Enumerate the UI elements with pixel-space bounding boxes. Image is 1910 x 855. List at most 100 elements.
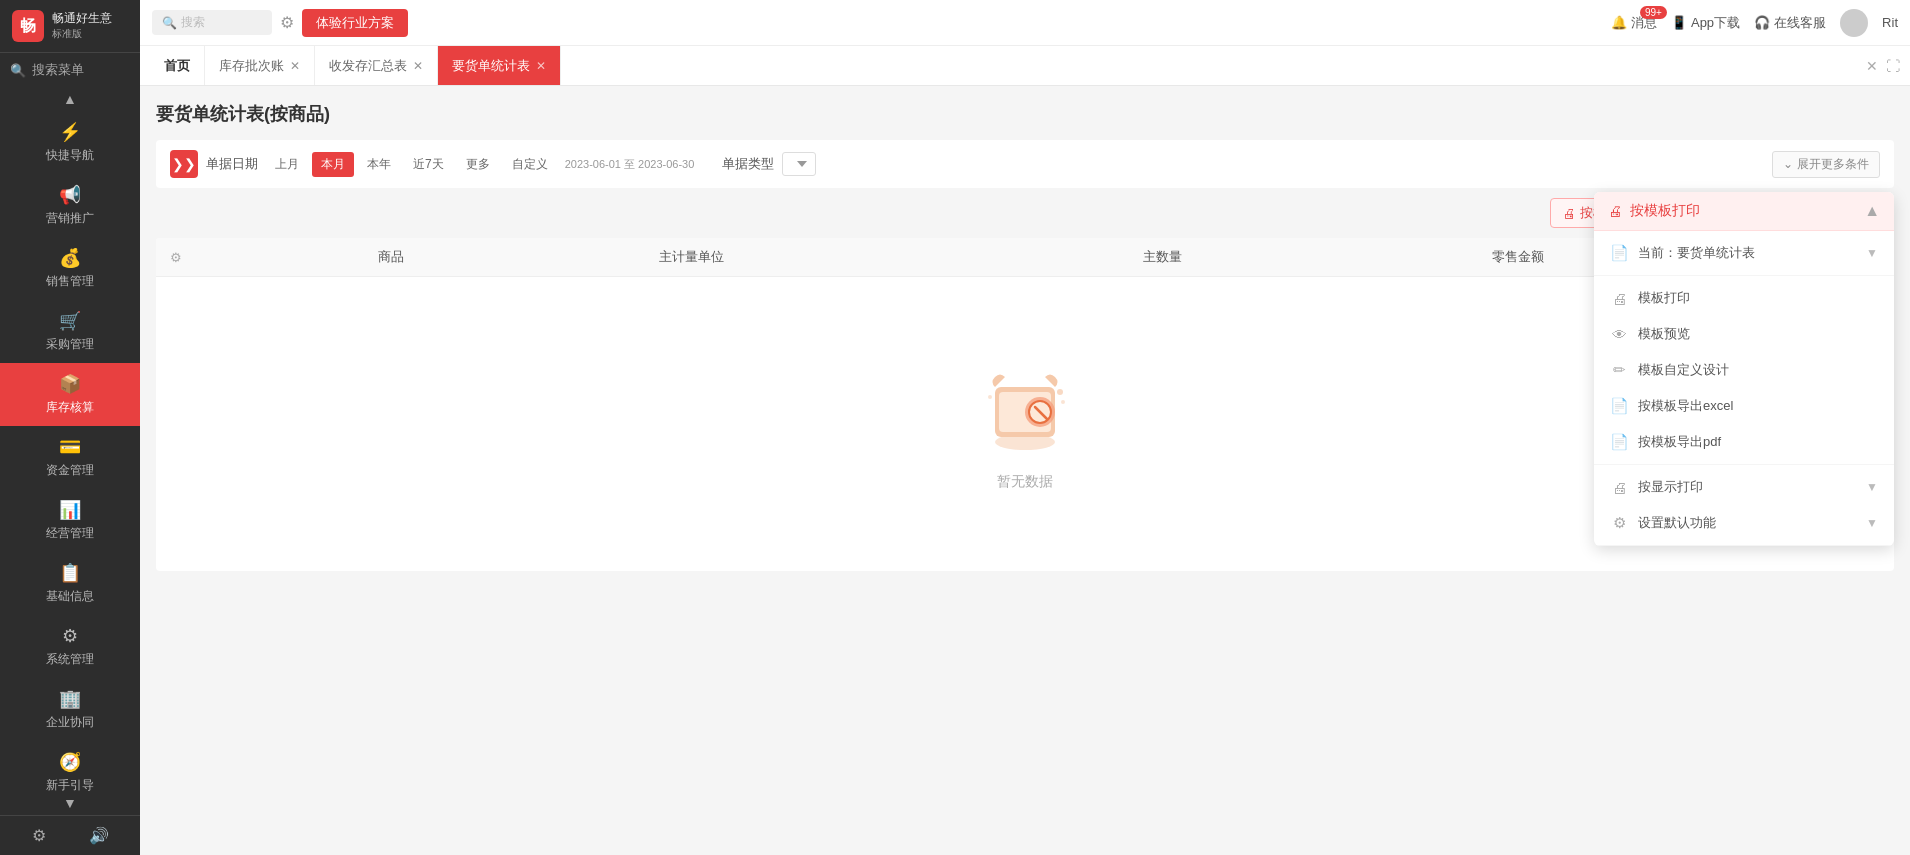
page-content: 要货单统计表(按商品) ❯❯ 单据日期 上月 本月 本年 近7天 更多 自定义 … bbox=[140, 86, 1910, 855]
sidebar: 畅 畅通好生意 标准版 🔍 搜索菜单 ▲ ⚡ 快捷导航 📢 营销推广 💰 销售管… bbox=[0, 0, 140, 855]
col-product: 商品 bbox=[364, 238, 645, 277]
tab-bar: 首页 库存批次账 ✕ 收发存汇总表 ✕ 要货单统计表 ✕ ✕ ⛶ bbox=[140, 46, 1910, 86]
topbar: 🔍 搜索 ⚙ 体验行业方案 🔔 消息 99+ 📱 App下载 🎧 在线客服 Ri… bbox=[140, 0, 1910, 46]
tab-batch-ledger-close[interactable]: ✕ bbox=[290, 59, 300, 73]
scroll-up-arrow[interactable]: ▲ bbox=[59, 87, 81, 111]
trial-button[interactable]: 体验行业方案 bbox=[302, 9, 408, 37]
display-print-label: 按显示打印 bbox=[1638, 478, 1703, 496]
sidebar-item-label: 系统管理 bbox=[46, 651, 94, 668]
current-template-icon: 📄 bbox=[1610, 244, 1628, 262]
date-btn-this-month[interactable]: 本月 bbox=[312, 152, 354, 177]
quick-nav-icon: ⚡ bbox=[59, 121, 81, 143]
date-btn-last-month[interactable]: 上月 bbox=[266, 152, 308, 177]
sidebar-item-label: 资金管理 bbox=[46, 462, 94, 479]
template-preview-label: 模板预览 bbox=[1638, 325, 1690, 343]
sidebar-item-label: 经营管理 bbox=[46, 525, 94, 542]
online-service-link[interactable]: 🎧 在线客服 bbox=[1754, 14, 1826, 32]
sidebar-scroll-up[interactable]: ▲ bbox=[0, 87, 140, 111]
template-pdf-label: 按模板导出pdf bbox=[1638, 433, 1721, 451]
enterprise-icon: 🏢 bbox=[59, 688, 81, 710]
print-dropdown-menu: 🖨 按模板打印 ▲ 📄 当前：要货单统计表 ▼ 🖨 模板打印 👁 bbox=[1594, 192, 1894, 546]
dropdown-close-btn[interactable]: ▲ bbox=[1864, 202, 1880, 220]
sidebar-item-marketing[interactable]: 📢 营销推广 bbox=[0, 174, 140, 237]
dropdown-item-template-design[interactable]: ✏ 模板自定义设计 bbox=[1594, 352, 1894, 388]
dropdown-display-print[interactable]: 🖨 按显示打印 ▼ bbox=[1594, 469, 1894, 505]
sidebar-item-label: 库存核算 bbox=[46, 399, 94, 416]
tab-order-stats[interactable]: 要货单统计表 ✕ bbox=[438, 46, 561, 85]
bell-icon: 🔔 bbox=[1611, 15, 1627, 30]
tab-batch-ledger[interactable]: 库存批次账 ✕ bbox=[205, 46, 315, 85]
sidebar-scroll-down[interactable]: ▼ bbox=[0, 791, 140, 815]
tab-order-stats-close[interactable]: ✕ bbox=[536, 59, 546, 73]
date-btn-more[interactable]: 更多 bbox=[457, 152, 499, 177]
app-version: 标准版 bbox=[52, 27, 112, 41]
sidebar-item-operation[interactable]: 📊 经营管理 bbox=[0, 489, 140, 552]
tab-home[interactable]: 首页 bbox=[150, 46, 205, 85]
dropdown-set-default[interactable]: ⚙ 设置默认功能 ▼ bbox=[1594, 505, 1894, 541]
app-download-link[interactable]: 📱 App下载 bbox=[1671, 14, 1740, 32]
topbar-search[interactable]: 🔍 搜索 bbox=[152, 10, 272, 35]
finance-icon: 💳 bbox=[59, 436, 81, 458]
sidebar-item-label: 快捷导航 bbox=[46, 147, 94, 164]
display-print-arrow: ▼ bbox=[1866, 480, 1878, 494]
operation-icon: 📊 bbox=[59, 499, 81, 521]
date-btn-custom[interactable]: 自定义 bbox=[503, 152, 557, 177]
sidebar-items: ⚡ 快捷导航 📢 营销推广 💰 销售管理 🛒 采购管理 📦 库存核算 💳 资金管… bbox=[0, 111, 140, 791]
user-avatar[interactable] bbox=[1840, 9, 1868, 37]
sidebar-item-label: 销售管理 bbox=[46, 273, 94, 290]
sales-icon: 💰 bbox=[59, 247, 81, 269]
date-btn-7days[interactable]: 近7天 bbox=[404, 152, 453, 177]
template-preview-icon: 👁 bbox=[1610, 326, 1628, 343]
guide-icon: 🧭 bbox=[59, 751, 81, 773]
notifications-badge[interactable]: 🔔 消息 99+ bbox=[1611, 14, 1657, 32]
expand-more-button[interactable]: ⌄ 展开更多条件 bbox=[1772, 151, 1880, 178]
printer-header-icon: 🖨 bbox=[1608, 203, 1622, 219]
sidebar-item-purchase[interactable]: 🛒 采购管理 bbox=[0, 300, 140, 363]
sidebar-search[interactable]: 🔍 搜索菜单 bbox=[0, 53, 140, 87]
sidebar-item-sales[interactable]: 💰 销售管理 bbox=[0, 237, 140, 300]
tab-collection-summary-close[interactable]: ✕ bbox=[413, 59, 423, 73]
sidebar-item-basics[interactable]: 📋 基础信息 bbox=[0, 552, 140, 615]
scroll-down-arrow[interactable]: ▼ bbox=[59, 791, 81, 815]
sidebar-item-system[interactable]: ⚙ 系统管理 bbox=[0, 615, 140, 678]
col-gear[interactable]: ⚙ bbox=[156, 238, 364, 277]
settings-bottom-icon[interactable]: ⚙ bbox=[32, 826, 46, 845]
close-window-btn[interactable]: ✕ bbox=[1866, 58, 1878, 74]
current-template-arrow: ▼ bbox=[1866, 246, 1878, 260]
dropdown-item-template-preview[interactable]: 👁 模板预览 bbox=[1594, 316, 1894, 352]
gear-icon[interactable]: ⚙ bbox=[280, 13, 294, 32]
filter-bar: ❯❯ 单据日期 上月 本月 本年 近7天 更多 自定义 2023-06-01 至… bbox=[156, 140, 1894, 188]
notification-number: 99+ bbox=[1640, 6, 1667, 19]
app-name: 畅通好生意 bbox=[52, 11, 112, 27]
search-label: 搜索菜单 bbox=[32, 61, 84, 79]
filter-expand-button[interactable]: ❯❯ bbox=[170, 150, 198, 178]
sidebar-item-guide[interactable]: 🧭 新手引导 bbox=[0, 741, 140, 791]
sidebar-logo: 畅 畅通好生意 标准版 bbox=[0, 0, 140, 53]
dropdown-more-section: 🖨 按显示打印 ▼ ⚙ 设置默认功能 ▼ bbox=[1594, 465, 1894, 546]
dropdown-item-template-print[interactable]: 🖨 模板打印 bbox=[1594, 280, 1894, 316]
window-controls: ✕ ⛶ bbox=[1866, 58, 1900, 74]
printer-icon: 🖨 bbox=[1563, 206, 1576, 221]
dropdown-current-template[interactable]: 📄 当前：要货单统计表 ▼ bbox=[1594, 235, 1894, 271]
logo-icon: 畅 bbox=[12, 10, 44, 42]
sidebar-item-finance[interactable]: 💳 资金管理 bbox=[0, 426, 140, 489]
template-print-icon: 🖨 bbox=[1610, 290, 1628, 307]
tab-collection-summary-label: 收发存汇总表 bbox=[329, 57, 407, 75]
dropdown-item-template-excel[interactable]: 📄 按模板导出excel bbox=[1594, 388, 1894, 424]
sidebar-item-label: 采购管理 bbox=[46, 336, 94, 353]
set-default-arrow: ▼ bbox=[1866, 516, 1878, 530]
template-excel-icon: 📄 bbox=[1610, 397, 1628, 415]
order-type-select[interactable] bbox=[782, 152, 816, 176]
online-service-label: 在线客服 bbox=[1774, 14, 1826, 32]
table-settings-icon[interactable]: ⚙ bbox=[170, 250, 182, 265]
sidebar-item-quick-nav[interactable]: ⚡ 快捷导航 bbox=[0, 111, 140, 174]
tab-collection-summary[interactable]: 收发存汇总表 ✕ bbox=[315, 46, 438, 85]
expand-window-btn[interactable]: ⛶ bbox=[1886, 58, 1900, 74]
sidebar-item-inventory[interactable]: 📦 库存核算 bbox=[0, 363, 140, 426]
page-title: 要货单统计表(按商品) bbox=[156, 102, 1894, 126]
sound-bottom-icon[interactable]: 🔊 bbox=[89, 826, 109, 845]
date-btn-this-year[interactable]: 本年 bbox=[358, 152, 400, 177]
dropdown-item-template-pdf[interactable]: 📄 按模板导出pdf bbox=[1594, 424, 1894, 460]
search-placeholder: 搜索 bbox=[181, 14, 205, 31]
sidebar-item-enterprise[interactable]: 🏢 企业协同 bbox=[0, 678, 140, 741]
